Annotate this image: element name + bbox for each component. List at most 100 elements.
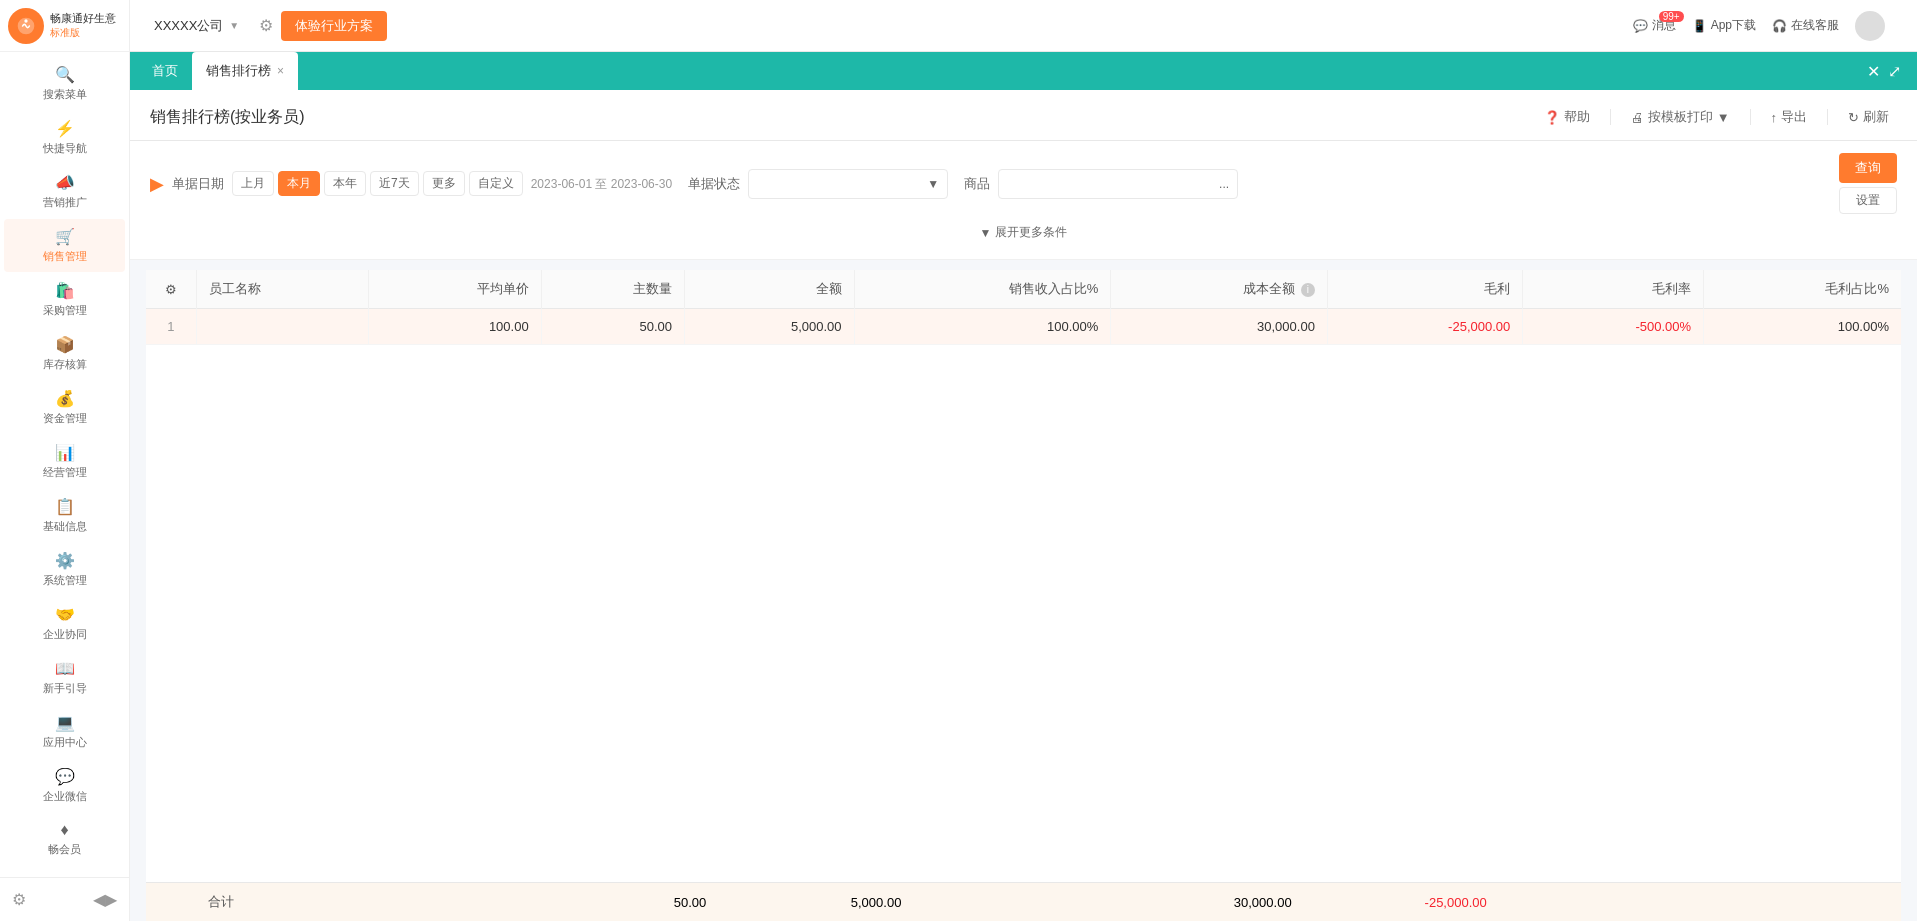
sidebar-item-quicknav[interactable]: ⚡ 快捷导航 <box>4 111 125 164</box>
operations-icon: 📊 <box>55 443 75 462</box>
export-button[interactable]: ↑ 导出 <box>1763 104 1816 130</box>
inventory-icon: 📦 <box>55 335 75 354</box>
sidebar-item-search[interactable]: 🔍 搜索菜单 <box>4 57 125 110</box>
goods-filter-label: 商品 <box>964 175 990 193</box>
company-name: XXXXX公司 <box>154 17 223 35</box>
sidebar-item-label: 快捷导航 <box>43 141 87 156</box>
app-download-icon: 📱 <box>1692 19 1707 33</box>
col-settings[interactable]: ⚙ <box>146 270 196 309</box>
sidebar-item-member[interactable]: ♦ 畅会员 <box>4 813 125 865</box>
date-btn-this-month[interactable]: 本月 <box>278 171 320 196</box>
header-right: 💬 消息 99+ 📱 App下载 🎧 在线客服 <box>1633 11 1901 41</box>
tab-sales-ranking[interactable]: 销售排行榜 × <box>192 52 298 90</box>
sidebar-item-operations[interactable]: 📊 经营管理 <box>4 435 125 488</box>
sales-icon: 🛒 <box>55 227 75 246</box>
print-button[interactable]: 🖨 按模板打印 ▼ <box>1623 104 1738 130</box>
basic-icon: 📋 <box>55 497 75 516</box>
tab-restore-icon[interactable]: ⤢ <box>1888 62 1901 81</box>
table-area: ⚙ 员工名称 平均单价 主数量 全额 <box>146 270 1901 882</box>
top-header: XXXXX公司 ▼ ⚙ 体验行业方案 💬 消息 99+ 📱 App下载 🎧 在线… <box>130 0 1917 52</box>
apps-icon: 💻 <box>55 713 75 732</box>
date-btn-this-year[interactable]: 本年 <box>324 171 366 196</box>
collapse-icon[interactable]: ◀▶ <box>93 890 117 909</box>
help-icon: ❓ <box>1544 110 1560 125</box>
tab-home[interactable]: 首页 <box>138 52 192 90</box>
expand-label: 展开更多条件 <box>995 224 1067 241</box>
sidebar-item-label: 采购管理 <box>43 303 87 318</box>
svg-point-1 <box>24 19 27 22</box>
search-icon: 🔍 <box>55 65 75 84</box>
sidebar-item-apps[interactable]: 💻 应用中心 <box>4 705 125 758</box>
cell-total: 5,000.00 <box>685 309 854 345</box>
col-profit-rate: 毛利率 <box>1523 270 1704 309</box>
avatar[interactable] <box>1855 11 1885 41</box>
sidebar-item-wechat[interactable]: 💬 企业微信 <box>4 759 125 812</box>
tab-bar-actions: ✕ ⤢ <box>1867 62 1909 81</box>
experience-button[interactable]: 体验行业方案 <box>281 11 387 41</box>
refresh-button[interactable]: ↻ 刷新 <box>1840 104 1897 130</box>
goods-select-more: ... <box>1219 177 1229 191</box>
logo-text: 畅康通好生意 标准版 <box>50 11 116 40</box>
footer-qty: 50.00 <box>523 895 718 910</box>
goods-select[interactable]: ... <box>998 169 1238 199</box>
sidebar-item-finance[interactable]: 💰 资金管理 <box>4 381 125 434</box>
expand-more-button[interactable]: ▼ 展开更多条件 <box>964 218 1084 247</box>
help-button[interactable]: ❓ 帮助 <box>1536 104 1598 130</box>
sidebar-nav: 🔍 搜索菜单 ⚡ 快捷导航 📣 营销推广 🛒 销售管理 🛍️ 采购管理 📦 库存… <box>0 52 129 877</box>
status-filter: 单据状态 ▼ <box>688 169 948 199</box>
sidebar-item-label: 新手引导 <box>43 681 87 696</box>
company-settings-icon[interactable]: ⚙ <box>259 16 273 35</box>
logo: 畅康通好生意 标准版 <box>0 0 129 52</box>
message-item[interactable]: 💬 消息 99+ <box>1633 17 1676 34</box>
col-profit-pct: 毛利占比% <box>1704 270 1901 309</box>
company-selector[interactable]: XXXXX公司 ▼ <box>146 13 247 39</box>
cell-name <box>196 309 369 345</box>
tab-close-icon[interactable]: × <box>277 64 284 78</box>
date-btn-more[interactable]: 更多 <box>423 171 465 196</box>
refresh-icon: ↻ <box>1848 110 1859 125</box>
sidebar-item-label: 库存核算 <box>43 357 87 372</box>
sidebar-item-label: 企业微信 <box>43 789 87 804</box>
filter-action-area: 查询 设置 <box>1839 153 1897 214</box>
settings-gear-icon[interactable]: ⚙ <box>12 890 26 909</box>
sidebar-item-marketing[interactable]: 📣 营销推广 <box>4 165 125 218</box>
main-area: XXXXX公司 ▼ ⚙ 体验行业方案 💬 消息 99+ 📱 App下载 🎧 在线… <box>130 0 1917 921</box>
cost-info-icon[interactable]: i <box>1301 283 1315 297</box>
wechat-icon: 💬 <box>55 767 75 786</box>
date-filter: ▶ 单据日期 上月 本月 本年 近7天 更多 自定义 2023-06-01 至 … <box>150 171 672 196</box>
status-select-arrow: ▼ <box>927 177 939 191</box>
sidebar-item-purchase[interactable]: 🛍️ 采购管理 <box>4 273 125 326</box>
company-dropdown-arrow: ▼ <box>229 20 239 31</box>
sidebar-item-label: 畅会员 <box>48 842 81 857</box>
sidebar-item-basic[interactable]: 📋 基础信息 <box>4 489 125 542</box>
quicknav-icon: ⚡ <box>55 119 75 138</box>
date-btn-custom[interactable]: 自定义 <box>469 171 523 196</box>
sidebar-item-system[interactable]: ⚙️ 系统管理 <box>4 543 125 596</box>
filter-toggle-icon[interactable]: ▶ <box>150 173 164 195</box>
sidebar: 畅康通好生意 标准版 🔍 搜索菜单 ⚡ 快捷导航 📣 营销推广 🛒 销售管理 🛍… <box>0 0 130 921</box>
sidebar-item-label: 营销推广 <box>43 195 87 210</box>
date-btn-7days[interactable]: 近7天 <box>370 171 419 196</box>
sidebar-item-guide[interactable]: 📖 新手引导 <box>4 651 125 704</box>
message-icon: 💬 <box>1633 19 1648 33</box>
sidebar-item-sales[interactable]: 🛒 销售管理 <box>4 219 125 272</box>
tab-close-all-icon[interactable]: ✕ <box>1867 62 1880 81</box>
col-cost: 成本全额 i <box>1111 270 1328 309</box>
query-button[interactable]: 查询 <box>1839 153 1897 183</box>
sales-ranking-tab-label: 销售排行榜 <box>206 62 271 80</box>
col-sales-pct: 销售收入占比% <box>854 270 1111 309</box>
filter-row: ▶ 单据日期 上月 本月 本年 近7天 更多 自定义 2023-06-01 至 … <box>150 153 1897 214</box>
divider2 <box>1750 109 1751 125</box>
app-download-item[interactable]: 📱 App下载 <box>1692 17 1756 34</box>
sidebar-item-inventory[interactable]: 📦 库存核算 <box>4 327 125 380</box>
col-avg-price: 平均单价 <box>369 270 542 309</box>
online-service-item[interactable]: 🎧 在线客服 <box>1772 17 1839 34</box>
page-title: 销售排行榜(按业务员) <box>150 107 305 128</box>
app-download-label: App下载 <box>1711 17 1756 34</box>
status-select[interactable]: ▼ <box>748 169 948 199</box>
setting-button[interactable]: 设置 <box>1839 187 1897 214</box>
page-content: 销售排行榜(按业务员) ❓ 帮助 🖨 按模板打印 ▼ ↑ <box>130 90 1917 921</box>
marketing-icon: 📣 <box>55 173 75 192</box>
date-btn-last-month[interactable]: 上月 <box>232 171 274 196</box>
sidebar-item-collab[interactable]: 🤝 企业协同 <box>4 597 125 650</box>
